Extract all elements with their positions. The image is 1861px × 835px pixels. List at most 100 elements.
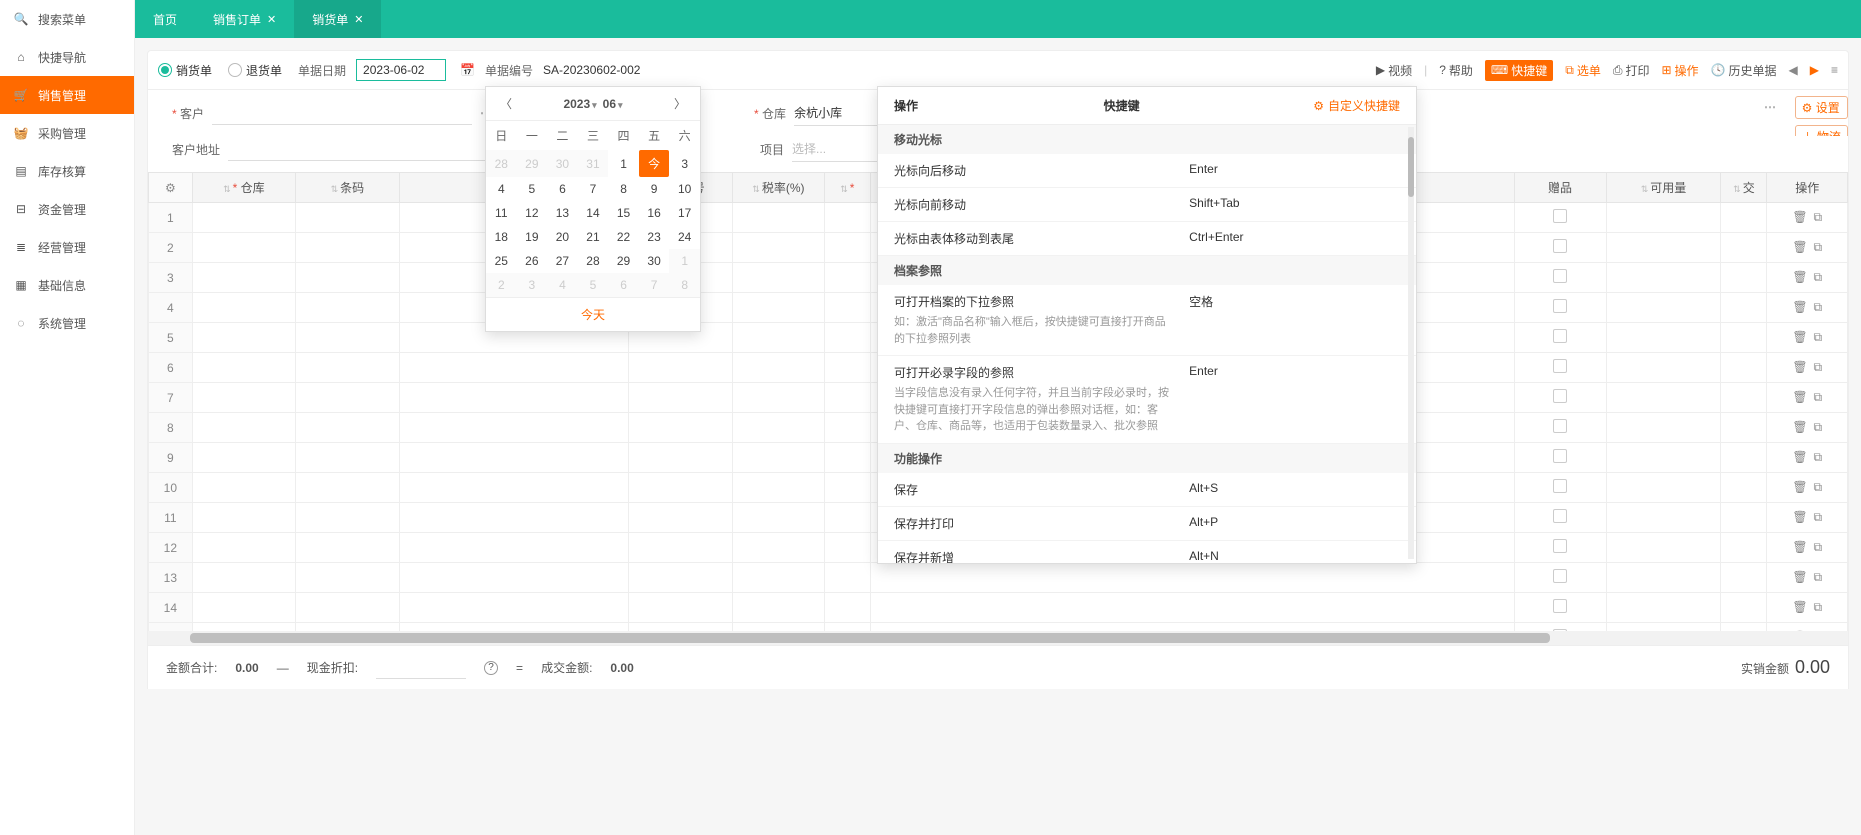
- cal-day[interactable]: 8: [669, 273, 700, 297]
- delete-icon[interactable]: 🗑: [1792, 360, 1807, 374]
- copy-icon[interactable]: ⧉: [1814, 570, 1823, 584]
- history-link[interactable]: 🕓 历史单据: [1711, 62, 1777, 79]
- cal-day[interactable]: 6: [608, 273, 639, 297]
- cal-day[interactable]: 21: [578, 225, 609, 249]
- customer-input[interactable]: [212, 102, 472, 125]
- customize-shortcut-link[interactable]: ⚙ 自定义快捷键: [1313, 97, 1400, 114]
- delete-icon[interactable]: 🗑: [1792, 600, 1807, 614]
- table-row[interactable]: 13🗑⧉: [149, 563, 1848, 593]
- close-icon[interactable]: ✕: [267, 13, 276, 26]
- cal-day[interactable]: 5: [578, 273, 609, 297]
- cal-day[interactable]: 5: [517, 177, 548, 201]
- date-input[interactable]: 2023-06-02: [356, 59, 446, 81]
- settings-button[interactable]: ⚙ 设置: [1795, 96, 1848, 119]
- gift-checkbox[interactable]: [1553, 389, 1567, 403]
- delete-icon[interactable]: 🗑: [1792, 540, 1807, 554]
- gift-checkbox[interactable]: [1553, 239, 1567, 253]
- col-gift[interactable]: 赠品: [1514, 173, 1606, 203]
- col-tax[interactable]: ⇅税率(%): [732, 173, 824, 203]
- cal-day[interactable]: 29: [517, 150, 548, 177]
- cal-day[interactable]: 25: [486, 249, 517, 273]
- copy-icon[interactable]: ⧉: [1814, 480, 1823, 494]
- copy-icon[interactable]: ⧉: [1814, 540, 1823, 554]
- cal-day[interactable]: 3: [517, 273, 548, 297]
- gift-checkbox[interactable]: [1553, 599, 1567, 613]
- cal-day[interactable]: 16: [639, 201, 670, 225]
- delete-icon[interactable]: 🗑: [1792, 510, 1807, 524]
- cal-day[interactable]: 7: [639, 273, 670, 297]
- cal-day[interactable]: 4: [547, 273, 578, 297]
- cal-day[interactable]: 11: [486, 201, 517, 225]
- cal-day[interactable]: 17: [669, 201, 700, 225]
- gift-checkbox[interactable]: [1553, 329, 1567, 343]
- gift-checkbox[interactable]: [1553, 359, 1567, 373]
- col-warehouse[interactable]: ⇅仓库: [192, 173, 295, 203]
- calendar-icon[interactable]: 📅: [460, 63, 475, 77]
- cal-day[interactable]: 13: [547, 201, 578, 225]
- cal-day[interactable]: 1: [608, 150, 639, 177]
- sidebar-item-report[interactable]: ≣经营管理: [0, 228, 134, 266]
- gift-checkbox[interactable]: [1553, 209, 1567, 223]
- cal-day[interactable]: 10: [669, 177, 700, 201]
- delete-icon[interactable]: 🗑: [1792, 240, 1807, 254]
- cal-day[interactable]: 18: [486, 225, 517, 249]
- sidebar-item-gear[interactable]: ◌系统管理: [0, 304, 134, 342]
- cal-day[interactable]: 12: [517, 201, 548, 225]
- delete-icon[interactable]: 🗑: [1792, 570, 1807, 584]
- cal-month-select[interactable]: 06: [603, 97, 623, 111]
- gift-checkbox[interactable]: [1553, 419, 1567, 433]
- copy-icon[interactable]: ⧉: [1814, 210, 1823, 224]
- copy-icon[interactable]: ⧉: [1814, 240, 1823, 254]
- gift-checkbox[interactable]: [1553, 299, 1567, 313]
- cal-day[interactable]: 15: [608, 201, 639, 225]
- delete-icon[interactable]: 🗑: [1792, 330, 1807, 344]
- cal-day[interactable]: 30: [547, 150, 578, 177]
- delete-icon[interactable]: 🗑: [1792, 390, 1807, 404]
- cal-day[interactable]: 9: [639, 177, 670, 201]
- help-link[interactable]: ? 帮助: [1439, 62, 1473, 79]
- col-avail[interactable]: ⇅可用量: [1606, 173, 1721, 203]
- cal-next-icon[interactable]: 〉: [670, 95, 690, 112]
- cal-prev-icon[interactable]: 〈: [496, 95, 516, 112]
- cal-day[interactable]: 今: [639, 150, 670, 177]
- gift-checkbox[interactable]: [1553, 509, 1567, 523]
- cal-day[interactable]: 23: [639, 225, 670, 249]
- cashdisc-input[interactable]: [376, 656, 466, 679]
- video-link[interactable]: ▶ 视频: [1376, 62, 1412, 79]
- cal-day[interactable]: 3: [669, 150, 700, 177]
- cal-day[interactable]: 2: [486, 273, 517, 297]
- cal-day[interactable]: 30: [639, 249, 670, 273]
- gift-checkbox[interactable]: [1553, 449, 1567, 463]
- table-row[interactable]: 14🗑⧉: [149, 593, 1848, 623]
- tab[interactable]: 首页: [135, 0, 195, 38]
- delete-icon[interactable]: 🗑: [1792, 420, 1807, 434]
- operate-link[interactable]: ⊞ 操作: [1661, 62, 1698, 79]
- gift-checkbox[interactable]: [1553, 479, 1567, 493]
- sidebar-item-search[interactable]: 🔍搜索菜单: [0, 0, 134, 38]
- select-doc-link[interactable]: ⧉ 选单: [1565, 62, 1601, 79]
- col-deliver[interactable]: ⇅交: [1721, 173, 1767, 203]
- sidebar-item-wallet[interactable]: ⊟资金管理: [0, 190, 134, 228]
- cal-day[interactable]: 28: [578, 249, 609, 273]
- shortcut-button[interactable]: ⌨ 快捷键: [1485, 60, 1553, 81]
- col-gear[interactable]: ⚙: [149, 173, 193, 203]
- delete-icon[interactable]: 🗑: [1792, 480, 1807, 494]
- delete-icon[interactable]: 🗑: [1792, 270, 1807, 284]
- copy-icon[interactable]: ⧉: [1814, 330, 1823, 344]
- delete-icon[interactable]: 🗑: [1792, 210, 1807, 224]
- chevron-left-icon[interactable]: ◀: [1789, 63, 1798, 77]
- cal-day[interactable]: 20: [547, 225, 578, 249]
- menu-icon[interactable]: ≡: [1831, 63, 1838, 77]
- copy-icon[interactable]: ⧉: [1814, 450, 1823, 464]
- gift-checkbox[interactable]: [1553, 569, 1567, 583]
- col-star[interactable]: ⇅*: [824, 173, 870, 203]
- form-more-icon[interactable]: ⋯: [1764, 100, 1778, 114]
- cal-day[interactable]: 24: [669, 225, 700, 249]
- copy-icon[interactable]: ⧉: [1814, 600, 1823, 614]
- sc-scrollbar[interactable]: [1408, 127, 1414, 559]
- copy-icon[interactable]: ⧉: [1814, 360, 1823, 374]
- tab[interactable]: 销售订单✕: [195, 0, 294, 38]
- cal-day[interactable]: 8: [608, 177, 639, 201]
- delete-icon[interactable]: 🗑: [1792, 300, 1807, 314]
- cal-day[interactable]: 19: [517, 225, 548, 249]
